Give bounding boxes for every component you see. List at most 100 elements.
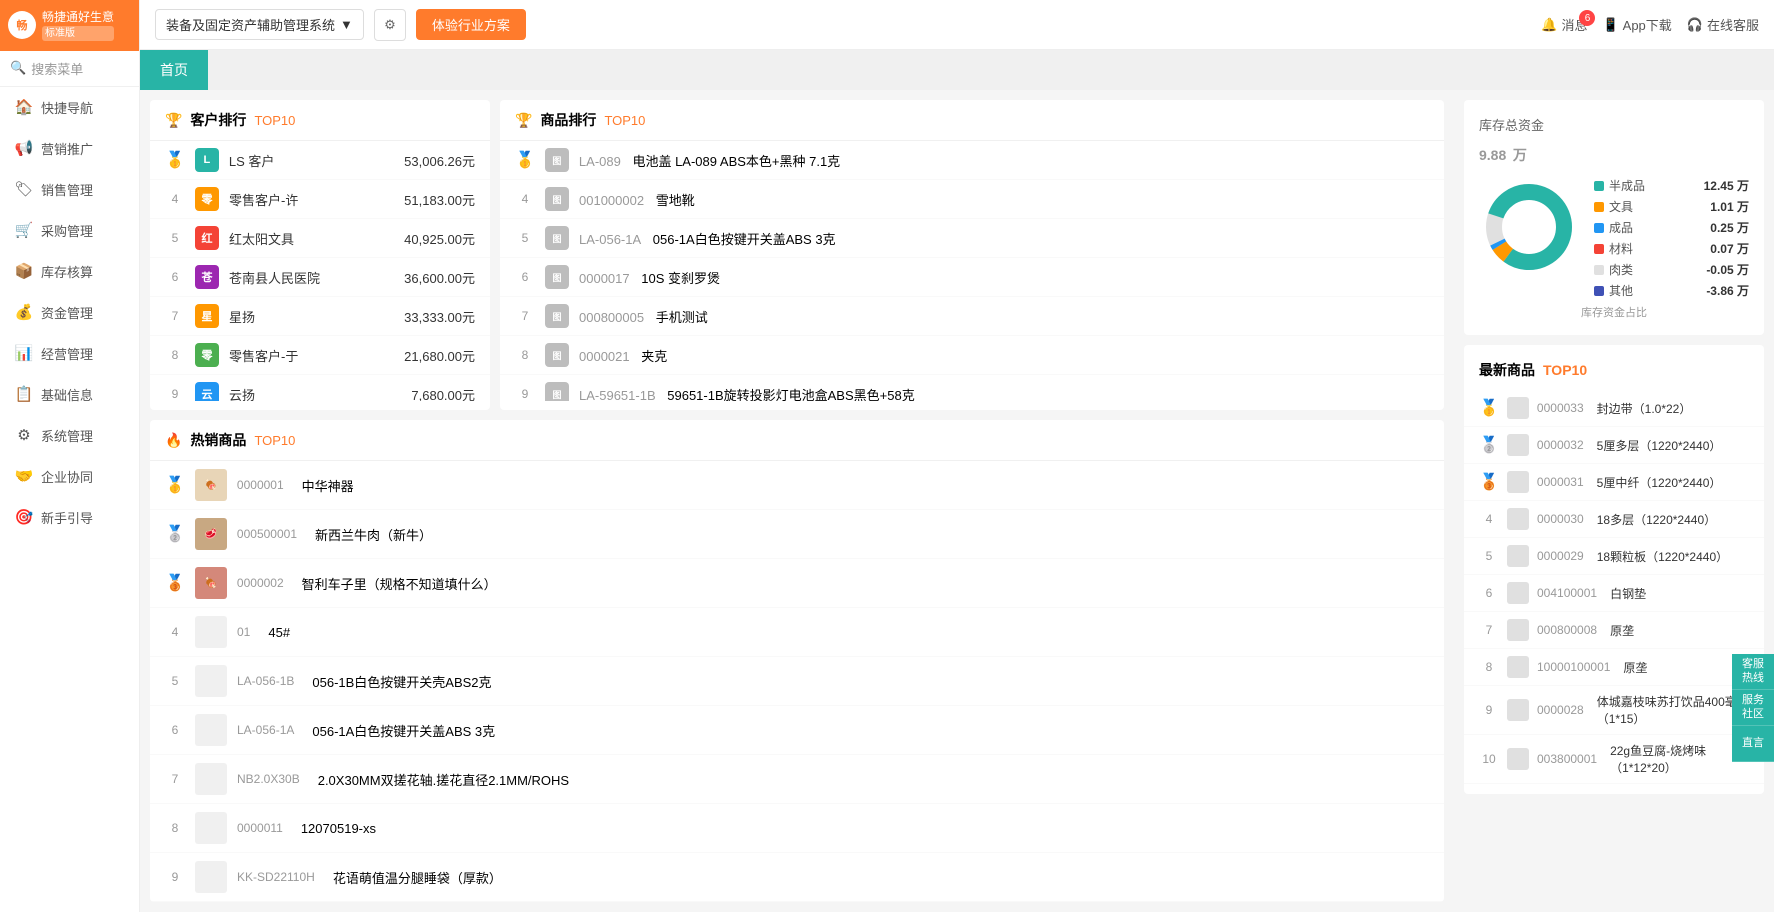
new-product-code-2: 0000032 <box>1537 438 1584 452</box>
nav-menu: 🏠 快捷导航 📢 营销推广 🏷 销售管理 🛒 采购管理 📦 库存核算 💰 资金管… <box>0 87 139 538</box>
hot-product-8: 8 0000011 12070519-xs <box>150 804 1444 853</box>
rank-num-4: 6 <box>165 270 185 284</box>
customer-avatar-4: 苍 <box>195 265 219 289</box>
trial-button[interactable]: 体验行业方案 <box>416 9 526 40</box>
hot-rank-badge-2: 🥈 <box>165 524 185 544</box>
product-code-3: LA-056-1A <box>579 232 641 247</box>
notifications-button[interactable]: 🔔 消息 6 <box>1541 15 1587 34</box>
customer-ranking-list: 🥇 L LS 客户 53,006.26元 4 零 零售客户-许 51,183.0… <box>150 141 490 401</box>
new-product-code-8: 10000100001 <box>1537 660 1610 674</box>
sidebar-item-marketing[interactable]: 📢 营销推广 <box>0 128 139 169</box>
customer-avatar-1: L <box>195 148 219 172</box>
hot-product-2: 🥈 🥩 000500001 新西兰牛肉（新牛） <box>150 510 1444 559</box>
product-ranking-title: 商品排行 <box>540 110 596 130</box>
hot-products-panel: 🔥 热销商品 TOP10 🥇 🍖 0000001 中华神器 🥈 🥩 000500 <box>150 420 1444 902</box>
search-menu[interactable]: 🔍 搜索菜单 <box>0 51 139 87</box>
new-product-code-5: 0000029 <box>1537 549 1584 563</box>
customer-name-5: 星扬 <box>229 307 394 326</box>
sidebar-item-guide[interactable]: 🎯 新手引导 <box>0 497 139 538</box>
new-product-name-8: 原垄 <box>1623 659 1749 676</box>
sidebar-item-finance[interactable]: 💰 资金管理 <box>0 292 139 333</box>
marketing-icon: 📢 <box>15 139 33 157</box>
new-product-name-4: 18多层（1220*2440） <box>1597 511 1749 528</box>
product-name-4: 10S 变刹罗煲 <box>641 271 720 286</box>
rank-num-6: 8 <box>165 348 185 362</box>
legend-item-2: 成品 0.25 万 <box>1594 219 1749 236</box>
topbar: 装备及固定资产辅助管理系统 ▼ ⚙ 体验行业方案 🔔 消息 6 📱 App下载 … <box>140 0 1774 50</box>
new-product-6: 6 004100001 白钢垫 <box>1464 575 1764 612</box>
product-rank-item-3: 5 图 LA-056-1A 056-1A白色按键开关盖ABS 3克 <box>500 219 1444 258</box>
new-product-name-5: 18颗粒板（1220*2440） <box>1597 548 1749 565</box>
sidebar-item-inventory[interactable]: 📦 库存核算 <box>0 251 139 292</box>
sidebar-item-operation[interactable]: 📊 经营管理 <box>0 333 139 374</box>
float-buttons: 客服 热线 服务 社区 直言 <box>1732 654 1774 762</box>
product-code-2: 001000002 <box>579 193 644 208</box>
service-community-button[interactable]: 服务 社区 <box>1732 690 1774 726</box>
notification-badge: 6 <box>1579 10 1595 26</box>
product-name-2: 雪地靴 <box>656 193 695 208</box>
new-product-name-3: 5厘中纤（1220*2440） <box>1597 474 1749 491</box>
product-rank-item-1: 🥇 图 LA-089 电池盖 LA-089 ABS本色+黑种 7.1克 <box>500 141 1444 180</box>
new-product-4: 4 0000030 18多层（1220*2440） <box>1464 501 1764 538</box>
inventory-chart-label: 库存资金占比 <box>1479 304 1749 320</box>
hot-products-title: 热销商品 <box>190 430 246 450</box>
customer-avatar-2: 零 <box>195 187 219 211</box>
app-download-button[interactable]: 📱 App下载 <box>1602 15 1671 34</box>
customer-service-button[interactable]: 客服 热线 <box>1732 654 1774 690</box>
product-code-6: 0000021 <box>579 349 630 364</box>
customer-rank-item-3: 5 红 红太阳文具 40,925.00元 <box>150 219 490 258</box>
direct-button[interactable]: 直言 <box>1732 726 1774 762</box>
legend-item-1: 文具 1.01 万 <box>1594 198 1749 215</box>
new-product-code-6: 004100001 <box>1537 586 1597 600</box>
legend-item-4: 肉类 -0.05 万 <box>1594 261 1749 278</box>
operation-icon: 📊 <box>15 344 33 362</box>
inventory-legend: 半成品 12.45 万 文具 1.01 万 成品 0.25 万 <box>1594 177 1749 299</box>
new-product-code-10: 003800001 <box>1537 752 1597 766</box>
settings-button[interactable]: ⚙ <box>374 9 406 41</box>
new-product-thumb-3 <box>1507 471 1529 493</box>
inventory-donut-chart <box>1479 177 1579 277</box>
new-product-thumb-5 <box>1507 545 1529 567</box>
bell-icon: 🔔 <box>1541 17 1557 33</box>
customer-name-2: 零售客户-许 <box>229 190 394 209</box>
hot-products-top10: TOP10 <box>254 433 295 448</box>
new-product-9: 9 0000028 体城嘉枝味苏打饮品400毫升（1*15） <box>1464 686 1764 735</box>
inventory-unit: 万 <box>1513 147 1527 163</box>
sidebar-item-sales[interactable]: 🏷 销售管理 <box>0 169 139 210</box>
sidebar-item-basic[interactable]: 📋 基础信息 <box>0 374 139 415</box>
sidebar-item-system[interactable]: ⚙ 系统管理 <box>0 415 139 456</box>
new-product-thumb-9 <box>1507 699 1529 721</box>
product-thumb-4: 图 <box>545 265 569 289</box>
new-products-header: 最新商品 TOP10 <box>1464 355 1764 390</box>
tab-home[interactable]: 首页 <box>140 50 208 90</box>
enterprise-icon: 🤝 <box>15 467 33 485</box>
new-product-name-9: 体城嘉枝味苏打饮品400毫升（1*15） <box>1597 693 1749 727</box>
customer-name-6: 零售客户-于 <box>229 346 394 365</box>
customer-ranking-title: 客户排行 <box>190 110 246 130</box>
product-ranking-list: 🥇 图 LA-089 电池盖 LA-089 ABS本色+黑种 7.1克 4 图 <box>500 141 1444 401</box>
customer-rank-item-2: 4 零 零售客户-许 51,183.00元 <box>150 180 490 219</box>
new-product-thumb-8 <box>1507 656 1529 678</box>
hot-product-name-6: 056-1A白色按键开关盖ABS 3克 <box>312 721 495 740</box>
middle-area: 🏆 客户排行 TOP10 🥇 L LS 客户 53,006.26元 <box>140 90 1454 912</box>
hot-product-thumb-9 <box>195 861 227 893</box>
product-code-4: 0000017 <box>579 271 630 286</box>
home-icon: 🏠 <box>15 98 33 116</box>
product-ranking-panel: 🏆 商品排行 TOP10 🥇 图 LA-089 电池盖 LA-089 ABS本色… <box>500 100 1444 410</box>
chart-area: 半成品 12.45 万 文具 1.01 万 成品 0.25 万 <box>1479 177 1749 299</box>
new-product-name-7: 原垄 <box>1610 622 1749 639</box>
sidebar-item-purchase[interactable]: 🛒 采购管理 <box>0 210 139 251</box>
hot-product-thumb-6 <box>195 714 227 746</box>
sidebar-item-quick-nav[interactable]: 🏠 快捷导航 <box>0 87 139 128</box>
hot-product-6: 6 LA-056-1A 056-1A白色按键开关盖ABS 3克 <box>150 706 1444 755</box>
hot-products-list: 🥇 🍖 0000001 中华神器 🥈 🥩 000500001 新西兰牛肉（新牛）… <box>150 461 1444 902</box>
product-thumb-3: 图 <box>545 226 569 250</box>
hot-product-name-1: 中华神器 <box>302 476 354 495</box>
product-rank-badge-1: 🥇 <box>515 150 535 170</box>
online-service-button[interactable]: 🎧 在线客服 <box>1687 15 1759 34</box>
customer-value-6: 21,680.00元 <box>404 346 475 365</box>
system-selector[interactable]: 装备及固定资产辅助管理系统 ▼ <box>155 9 364 40</box>
sidebar-item-enterprise[interactable]: 🤝 企业协同 <box>0 456 139 497</box>
product-thumb-7: 图 <box>545 382 569 401</box>
hot-product-code-5: LA-056-1B <box>237 674 294 688</box>
